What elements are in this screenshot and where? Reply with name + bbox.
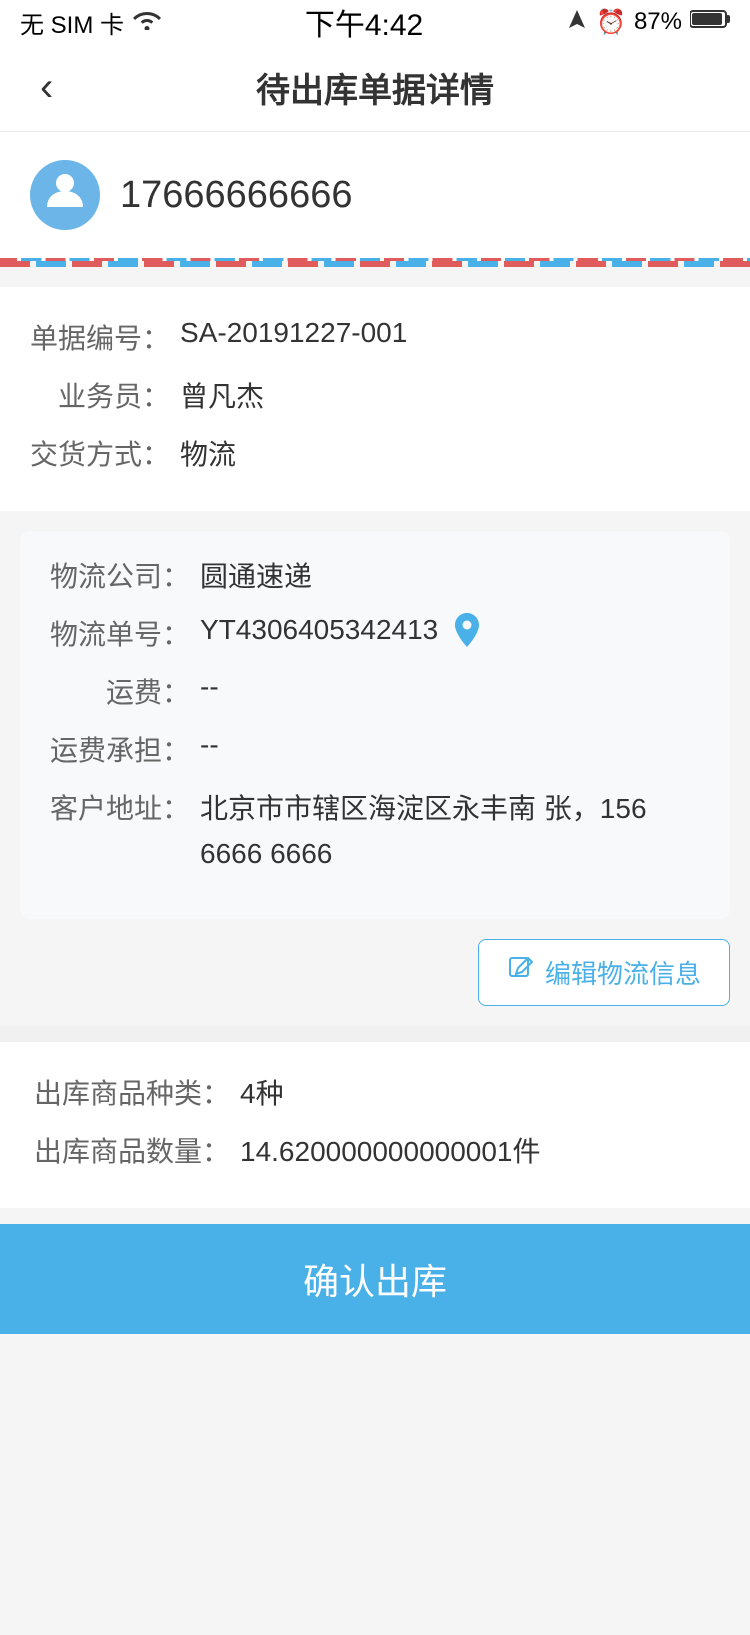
- carrier-text: 无 SIM 卡: [20, 5, 124, 40]
- tracking-number-text: YT4306405342413: [200, 614, 438, 646]
- delivery-method-row: 交货方式： 物流: [30, 433, 720, 473]
- confirm-btn-label: 确认出库: [303, 1253, 447, 1305]
- edit-btn-label: 编辑物流信息: [545, 954, 701, 991]
- logistics-company-label: 物流公司：: [50, 555, 190, 595]
- main-content: 17666666666 单据编号： SA-20191227-001 业务员： 曾…: [0, 132, 750, 1635]
- battery-text: 87%: [634, 8, 682, 36]
- customer-header: 17666666666: [0, 132, 750, 261]
- goods-type-row: 出库商品种类： 4种: [30, 1072, 720, 1112]
- freight-bearer-value: --: [200, 729, 700, 761]
- document-number-label: 单据编号：: [30, 317, 170, 357]
- freight-label: 运费：: [50, 671, 190, 711]
- logistics-tracking-row: 物流单号： YT4306405342413: [50, 613, 700, 653]
- freight-value: --: [200, 671, 700, 703]
- logistics-company-value: 圆通速递: [200, 555, 700, 595]
- edit-icon: [507, 955, 535, 990]
- sales-person-row: 业务员： 曾凡杰: [30, 375, 720, 415]
- sales-person-label: 业务员：: [30, 375, 170, 415]
- gray-separator: [0, 1026, 750, 1042]
- avatar: [30, 160, 100, 230]
- page-title: 待出库单据详情: [256, 63, 494, 112]
- address-label: 客户地址：: [50, 787, 190, 827]
- back-button[interactable]: ‹: [30, 55, 63, 120]
- location-pin-icon[interactable]: [452, 613, 482, 647]
- address-value: 北京市市辖区海淀区永丰南 张，156 6666 6666: [200, 787, 700, 877]
- freight-bearer-row: 运费承担： --: [50, 729, 700, 769]
- status-right: ⏰ 87%: [566, 8, 730, 37]
- document-info-section: 单据编号： SA-20191227-001 业务员： 曾凡杰 交货方式： 物流: [0, 287, 750, 511]
- goods-quantity-value: 14.620000000000001件: [240, 1130, 720, 1170]
- wifi-icon: [132, 8, 162, 37]
- goods-type-value: 4种: [240, 1072, 720, 1112]
- nav-bar: ‹ 待出库单据详情: [0, 44, 750, 132]
- goods-section: 出库商品种类： 4种 出库商品数量： 14.620000000000001件: [0, 1042, 750, 1208]
- customer-phone: 17666666666: [120, 174, 352, 217]
- logistics-company-row: 物流公司： 圆通速递: [50, 555, 700, 595]
- goods-type-label: 出库商品种类：: [30, 1072, 230, 1112]
- battery-icon: [690, 8, 730, 36]
- address-row: 客户地址： 北京市市辖区海淀区永丰南 张，156 6666 6666: [50, 787, 700, 877]
- status-bar: 无 SIM 卡 下午4:42 ⏰ 87%: [0, 0, 750, 44]
- edit-logistics-button[interactable]: 编辑物流信息: [478, 939, 730, 1006]
- document-number-value: SA-20191227-001: [180, 317, 720, 349]
- freight-bearer-label: 运费承担：: [50, 729, 190, 769]
- alarm-icon: ⏰: [596, 8, 626, 37]
- confirm-btn-bar[interactable]: 确认出库: [0, 1224, 750, 1334]
- edit-btn-wrap: 编辑物流信息: [0, 939, 750, 1026]
- status-left: 无 SIM 卡: [20, 5, 162, 40]
- dashed-divider: [0, 261, 750, 267]
- document-number-row: 单据编号： SA-20191227-001: [30, 317, 720, 357]
- person-icon: [44, 169, 86, 221]
- freight-row: 运费： --: [50, 671, 700, 711]
- goods-quantity-row: 出库商品数量： 14.620000000000001件: [30, 1130, 720, 1170]
- location-icon: [566, 8, 588, 37]
- logistics-tracking-value: YT4306405342413: [200, 613, 700, 647]
- goods-quantity-label: 出库商品数量：: [30, 1130, 230, 1170]
- delivery-method-label: 交货方式：: [30, 433, 170, 473]
- status-time: 下午4:42: [305, 0, 423, 44]
- delivery-method-value: 物流: [180, 433, 720, 473]
- sales-person-value: 曾凡杰: [180, 375, 720, 415]
- empty-area: [0, 1315, 750, 1515]
- logistics-tracking-label: 物流单号：: [50, 613, 190, 653]
- logistics-card: 物流公司： 圆通速递 物流单号： YT4306405342413 运费： -- …: [20, 531, 730, 919]
